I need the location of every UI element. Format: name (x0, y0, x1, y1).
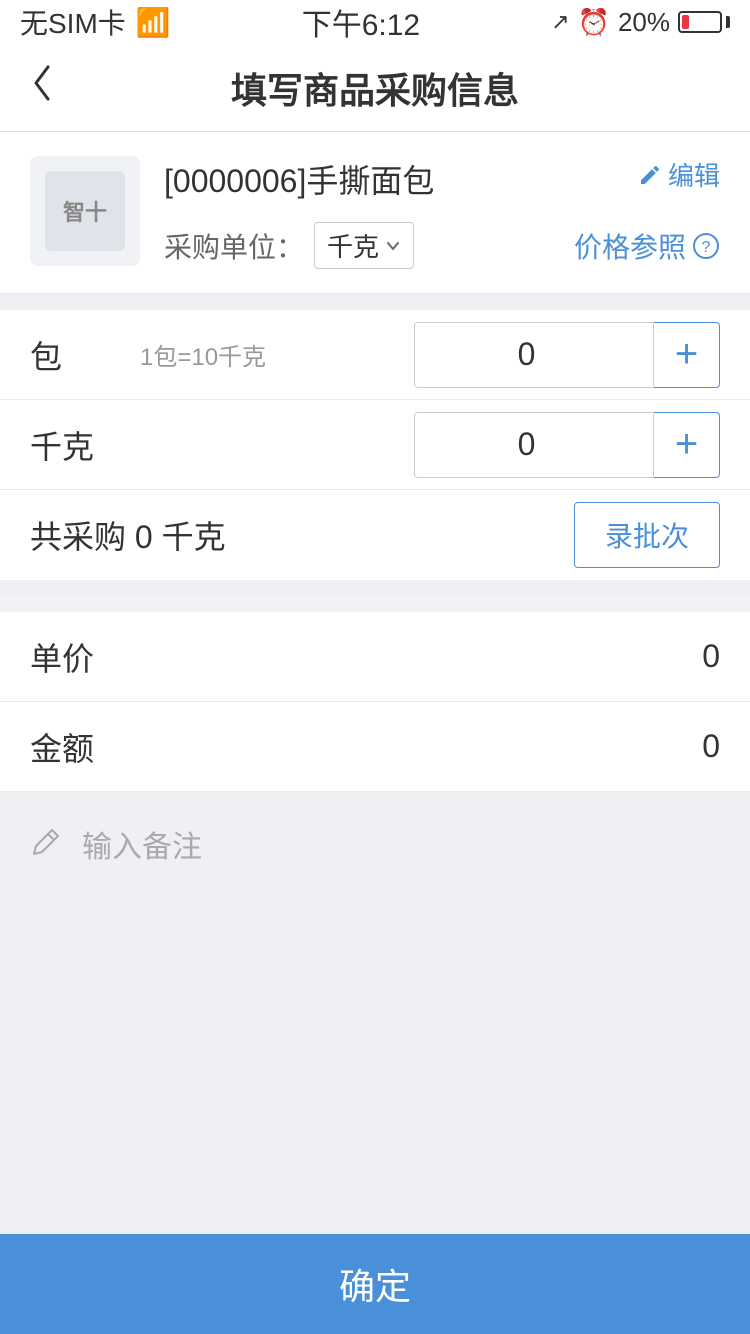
bag-label: 包 (30, 332, 130, 378)
bag-input-right: + (414, 322, 720, 388)
product-header: [0000006]手撕面包 编辑 (164, 156, 720, 202)
divider-2 (0, 580, 750, 596)
unit-label: 采购单位： (164, 226, 304, 266)
bag-sublabel: 1包=10千克 (140, 337, 266, 372)
time-label: 下午6:12 (302, 0, 420, 44)
total-text: 共采购 0 千克 (30, 512, 226, 558)
price-ref-button[interactable]: 价格参照 ? (574, 226, 720, 266)
bag-quantity-input[interactable] (414, 322, 654, 388)
product-image: 智十 (30, 156, 140, 266)
status-bar: 无SIM卡 📶 下午6:12 ↗ ⏰ 20% (0, 0, 750, 44)
notes-section[interactable]: 输入备注 (0, 792, 750, 896)
chevron-down-icon (385, 238, 401, 254)
confirm-button[interactable]: 确定 (0, 1234, 750, 1334)
content-spacer (0, 896, 750, 1234)
edit-icon (638, 163, 662, 187)
product-logo: 智十 (45, 171, 125, 251)
kg-input-row: 千克 + (0, 400, 750, 490)
edit-button[interactable]: 编辑 (638, 156, 720, 193)
battery-percent: 20% (618, 7, 670, 38)
unit-price-value: 0 (702, 638, 720, 675)
bag-input-row: 包 1包=10千克 + (0, 310, 750, 400)
alarm-icon: ⏰ (578, 7, 610, 38)
record-batch-button[interactable]: 录批次 (574, 502, 720, 568)
status-right: ↗ ⏰ 20% (551, 7, 730, 38)
amount-value: 0 (702, 728, 720, 765)
unit-price-label: 单价 (30, 634, 94, 680)
nav-bar: 填写商品采购信息 (0, 44, 750, 132)
confirm-label: 确定 (339, 1258, 411, 1310)
divider-1 (0, 294, 750, 310)
page-title: 填写商品采购信息 (231, 62, 519, 114)
product-info: [0000006]手撕面包 编辑 采购单位： 千克 (164, 156, 720, 269)
wifi-icon: 📶 (136, 6, 171, 39)
product-name: [0000006]手撕面包 (164, 156, 434, 202)
pencil-icon (30, 826, 66, 862)
kg-label: 千克 (30, 422, 130, 468)
kg-input-right: + (414, 412, 720, 478)
kg-quantity-input[interactable] (414, 412, 654, 478)
svg-text:?: ? (702, 239, 711, 256)
info-section: 单价 0 金额 0 (0, 612, 750, 792)
location-icon: ↗ (551, 9, 569, 35)
info-icon: ? (692, 232, 720, 260)
input-section: 包 1包=10千克 + 千克 + (0, 310, 750, 490)
product-unit-row: 采购单位： 千克 价格参照 ? (164, 222, 720, 269)
bag-plus-button[interactable]: + (654, 322, 720, 388)
amount-label: 金额 (30, 724, 94, 770)
kg-plus-button[interactable]: + (654, 412, 720, 478)
notes-placeholder: 输入备注 (82, 822, 202, 866)
total-row: 共采购 0 千克 录批次 (0, 490, 750, 580)
battery-icon (678, 11, 730, 33)
carrier-label: 无SIM卡 (20, 2, 126, 42)
product-section: 智十 [0000006]手撕面包 编辑 采购单位： 千克 (0, 132, 750, 294)
unit-price-row: 单价 0 (0, 612, 750, 702)
back-button[interactable] (30, 53, 74, 123)
status-left: 无SIM卡 📶 (20, 2, 171, 42)
unit-select[interactable]: 千克 (314, 222, 414, 269)
amount-row: 金额 0 (0, 702, 750, 792)
